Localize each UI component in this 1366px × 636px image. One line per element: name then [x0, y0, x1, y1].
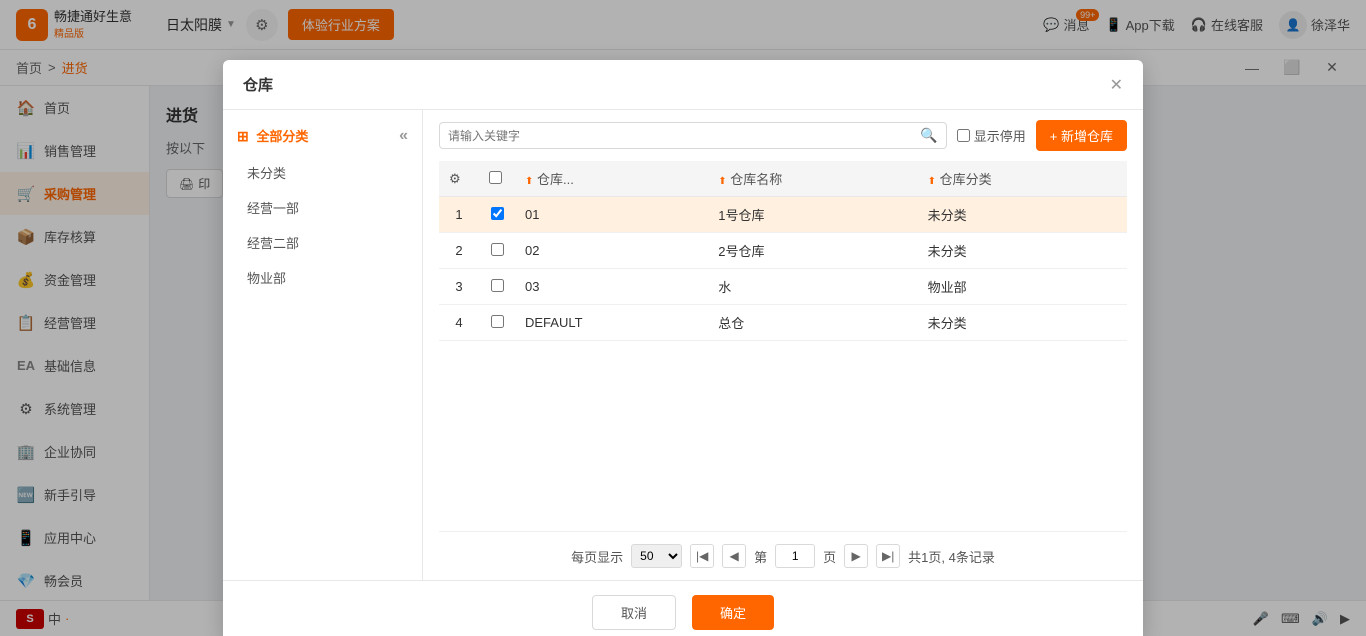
th-checkbox [479, 161, 515, 197]
row-name: 2号仓库 [708, 233, 917, 269]
total-info: 共1页, 4条记录 [908, 547, 995, 566]
row-category: 物业部 [918, 269, 1127, 305]
row-code: 01 [515, 197, 708, 233]
row-code: 03 [515, 269, 708, 305]
all-category-label[interactable]: 全部分类 [256, 129, 308, 144]
warehouse-table: ⚙ ⬆ 仓库... ⬆ 仓库名称 ⬆ [439, 161, 1127, 341]
row-name: 水 [708, 269, 917, 305]
row-num: 2 [439, 233, 479, 269]
row-name: 1号仓库 [708, 197, 917, 233]
last-page-btn[interactable]: ▶| [876, 544, 900, 568]
row-category: 未分类 [918, 305, 1127, 341]
sort-icon-name: ⬆ [718, 176, 726, 187]
table-row[interactable]: 3 03 水 物业部 [439, 269, 1127, 305]
next-page-btn[interactable]: ▶ [844, 544, 868, 568]
th-category: ⬆ 仓库分类 [918, 161, 1127, 197]
dialog-body: ⊞ 全部分类 « 未分类 经营一部 经营二部 物业部 🔍 显示停用 [223, 110, 1143, 580]
dialog-close-icon[interactable]: ✕ [1110, 75, 1123, 95]
search-icon: 🔍 [920, 127, 937, 144]
table-toolbar: 🔍 显示停用 + 新增仓库 [439, 120, 1127, 151]
category-item-0[interactable]: 未分类 [223, 155, 422, 190]
table-body: 1 01 1号仓库 未分类 2 02 2号仓库 未分类 3 03 水 物业部 4… [439, 197, 1127, 341]
table-row[interactable]: 2 02 2号仓库 未分类 [439, 233, 1127, 269]
select-all-checkbox[interactable] [489, 171, 502, 184]
table-container: ⚙ ⬆ 仓库... ⬆ 仓库名称 ⬆ [439, 161, 1127, 525]
table-panel: 🔍 显示停用 + 新增仓库 ⚙ ⬆ 仓 [423, 110, 1143, 580]
page-label: 第 [754, 547, 767, 566]
cancel-btn[interactable]: 取消 [592, 595, 676, 630]
search-box: 🔍 [439, 122, 947, 149]
prev-page-btn[interactable]: ◀ [722, 544, 746, 568]
grid-icon: ⊞ [237, 128, 249, 144]
collapse-icon[interactable]: « [399, 127, 408, 145]
page-suffix: 页 [823, 547, 836, 566]
row-checkbox[interactable] [479, 305, 515, 341]
row-checkbox[interactable] [479, 233, 515, 269]
show-disabled-text: 显示停用 [974, 126, 1026, 145]
dialog-title: 仓库 [243, 74, 273, 95]
per-page-select[interactable]: 50 100 200 [631, 544, 682, 568]
show-disabled-checkbox[interactable] [957, 129, 970, 142]
table-row[interactable]: 1 01 1号仓库 未分类 [439, 197, 1127, 233]
row-code: DEFAULT [515, 305, 708, 341]
per-page-label: 每页显示 [571, 547, 623, 566]
category-item-3[interactable]: 物业部 [223, 260, 422, 295]
row-category: 未分类 [918, 197, 1127, 233]
confirm-btn[interactable]: 确定 [692, 595, 774, 630]
dialog-header: 仓库 ✕ [223, 60, 1143, 110]
row-code: 02 [515, 233, 708, 269]
table-header-row: ⚙ ⬆ 仓库... ⬆ 仓库名称 ⬆ [439, 161, 1127, 197]
table-row[interactable]: 4 DEFAULT 总仓 未分类 [439, 305, 1127, 341]
sort-icon-cat: ⬆ [928, 176, 936, 187]
th-gear: ⚙ [439, 161, 479, 197]
row-checkbox[interactable] [479, 197, 515, 233]
row-num: 1 [439, 197, 479, 233]
category-panel: ⊞ 全部分类 « 未分类 经营一部 经营二部 物业部 [223, 110, 423, 580]
add-warehouse-btn[interactable]: + 新增仓库 [1036, 120, 1127, 151]
pagination: 每页显示 50 100 200 |◀ ◀ 第 页 ▶ ▶| 共1页, 4条记录 [439, 531, 1127, 580]
dialog-footer: 取消 确定 [223, 580, 1143, 636]
warehouse-dialog: 仓库 ✕ ⊞ 全部分类 « 未分类 经营一部 经营二部 物业部 🔍 [223, 60, 1143, 636]
row-checkbox[interactable] [479, 269, 515, 305]
th-code: ⬆ 仓库... [515, 161, 708, 197]
page-input[interactable] [775, 544, 815, 568]
row-num: 3 [439, 269, 479, 305]
th-name: ⬆ 仓库名称 [708, 161, 917, 197]
search-input[interactable] [448, 129, 920, 143]
first-page-btn[interactable]: |◀ [690, 544, 714, 568]
row-category: 未分类 [918, 233, 1127, 269]
category-item-1[interactable]: 经营一部 [223, 190, 422, 225]
row-name: 总仓 [708, 305, 917, 341]
show-disabled-label[interactable]: 显示停用 [957, 126, 1026, 145]
sort-icon-code: ⬆ [525, 176, 533, 187]
row-num: 4 [439, 305, 479, 341]
category-header: ⊞ 全部分类 « [223, 120, 422, 155]
category-item-2[interactable]: 经营二部 [223, 225, 422, 260]
